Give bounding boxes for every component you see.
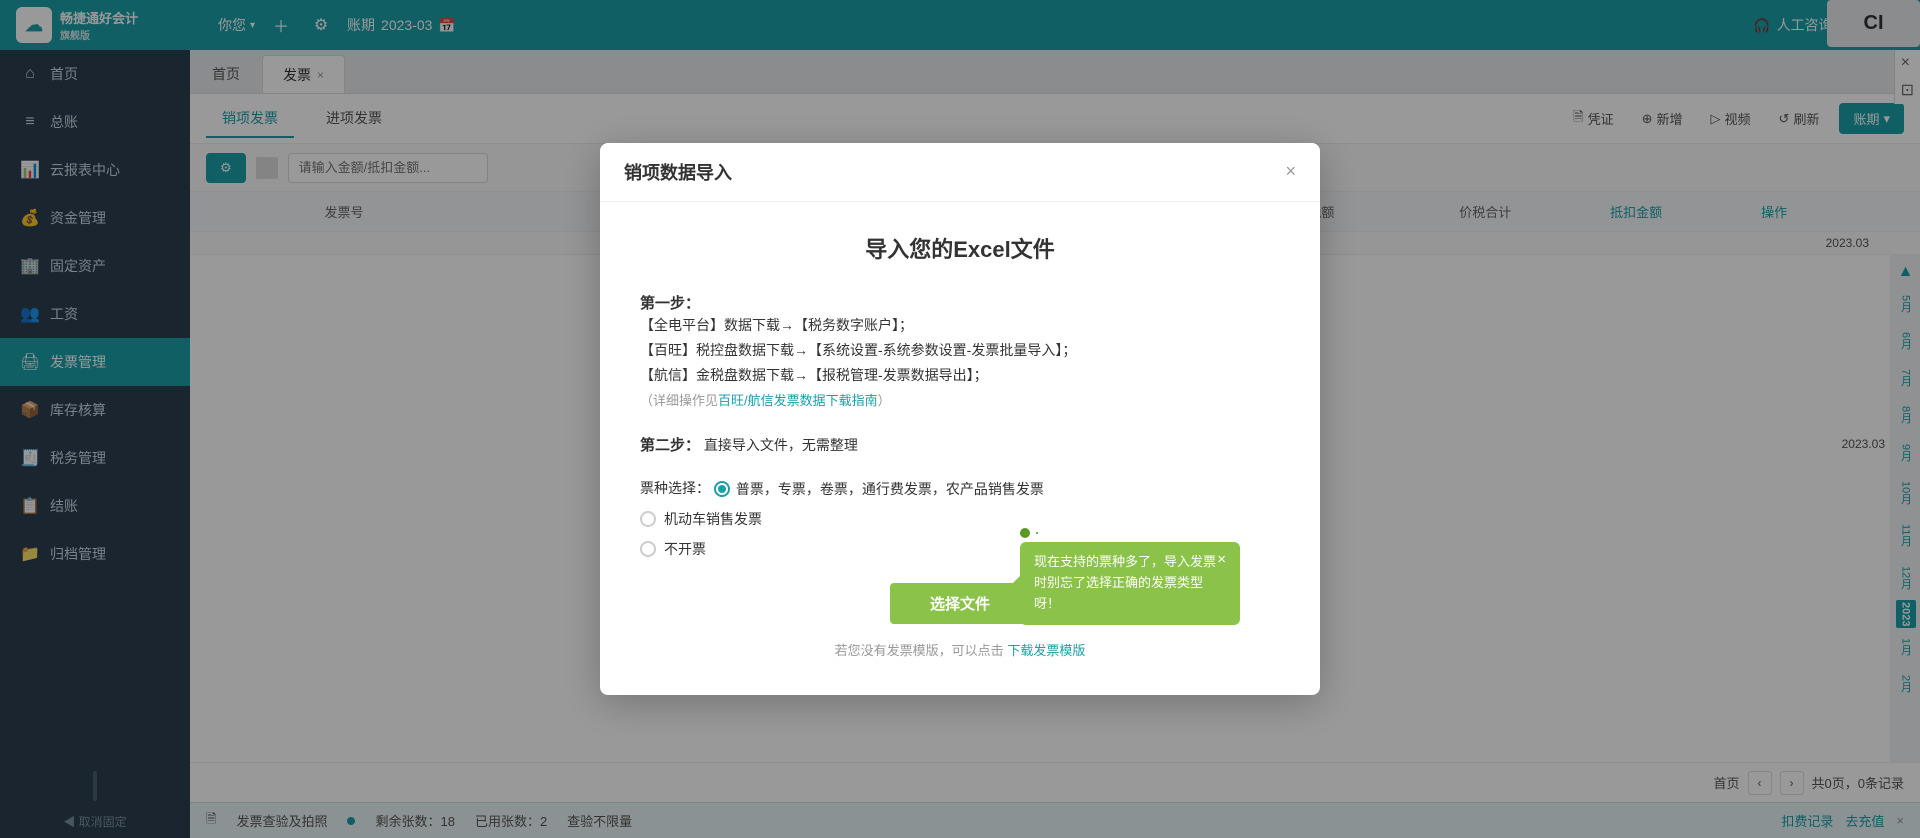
modal-body: 导入您的Excel文件 第一步： 【全电平台】数据下载→【税务数字账户】； 【百… xyxy=(600,202,1320,696)
step2-content: 直接导入文件，无需整理 xyxy=(704,437,858,453)
step1-row: 第一步： 【全电平台】数据下载→【税务数字账户】； 【百旺】税控盘数据下载→【系… xyxy=(640,292,1280,414)
modal-footer: 若您没有发票模版，可以点击 下载发票模版 xyxy=(640,640,1280,675)
ticket-label-row: 票种选择： 普票，专票，卷票，通行费发票，农产品销售发票 xyxy=(640,478,1280,499)
tooltip-dot xyxy=(1020,528,1030,538)
tooltip-arrow xyxy=(1012,576,1020,592)
tooltip-container: × 现在支持的票种多了，导入发票时别忘了选择正确的发票类型呀！ xyxy=(1020,528,1240,624)
import-modal: 销项数据导入 × 导入您的Excel文件 第一步： 【全电平台】数据下载→【税务… xyxy=(600,143,1320,696)
radio-group: 票种选择： 普票，专票，卷票，通行费发票，农产品销售发票 机动车销售发票 不开票 xyxy=(640,478,1280,559)
modal-overlay[interactable]: 销项数据导入 × 导入您的Excel文件 第一步： 【全电平台】数据下载→【税务… xyxy=(0,0,1920,838)
tooltip-bubble: × 现在支持的票种多了，导入发票时别忘了选择正确的发票类型呀！ xyxy=(1020,542,1240,624)
step1-note: （详细操作见百旺/航信发票数据下载指南） xyxy=(640,393,891,408)
select-file-btn[interactable]: 选择文件 xyxy=(890,583,1030,624)
tooltip-close-btn[interactable]: × xyxy=(1217,552,1226,567)
modal-close-btn[interactable]: × xyxy=(1285,161,1296,182)
radio-normal-circle[interactable] xyxy=(714,481,730,497)
modal-header: 销项数据导入 × xyxy=(600,143,1320,202)
step1-label: 第一步： xyxy=(640,295,700,312)
radio-normal-dot xyxy=(718,485,726,493)
modal-big-title: 导入您的Excel文件 xyxy=(640,232,1280,264)
download-template-link[interactable]: 下载发票模版 xyxy=(1007,643,1085,658)
radio-motor-row: 机动车销售发票 xyxy=(640,509,1280,529)
tooltip-line xyxy=(1020,528,1240,538)
modal-title: 销项数据导入 xyxy=(624,159,732,185)
step1-content: 【全电平台】数据下载→【税务数字账户】； 【百旺】税控盘数据下载→【系统设置-系… xyxy=(640,313,1280,414)
step2-row: 第二步： 直接导入文件，无需整理 xyxy=(640,433,1280,458)
step2-label: 第二步： xyxy=(640,437,700,454)
download-guide-link[interactable]: 百旺/航信发票数据下载指南 xyxy=(718,393,878,408)
radio-none-circle[interactable] xyxy=(640,541,656,557)
radio-motor-circle[interactable] xyxy=(640,511,656,527)
